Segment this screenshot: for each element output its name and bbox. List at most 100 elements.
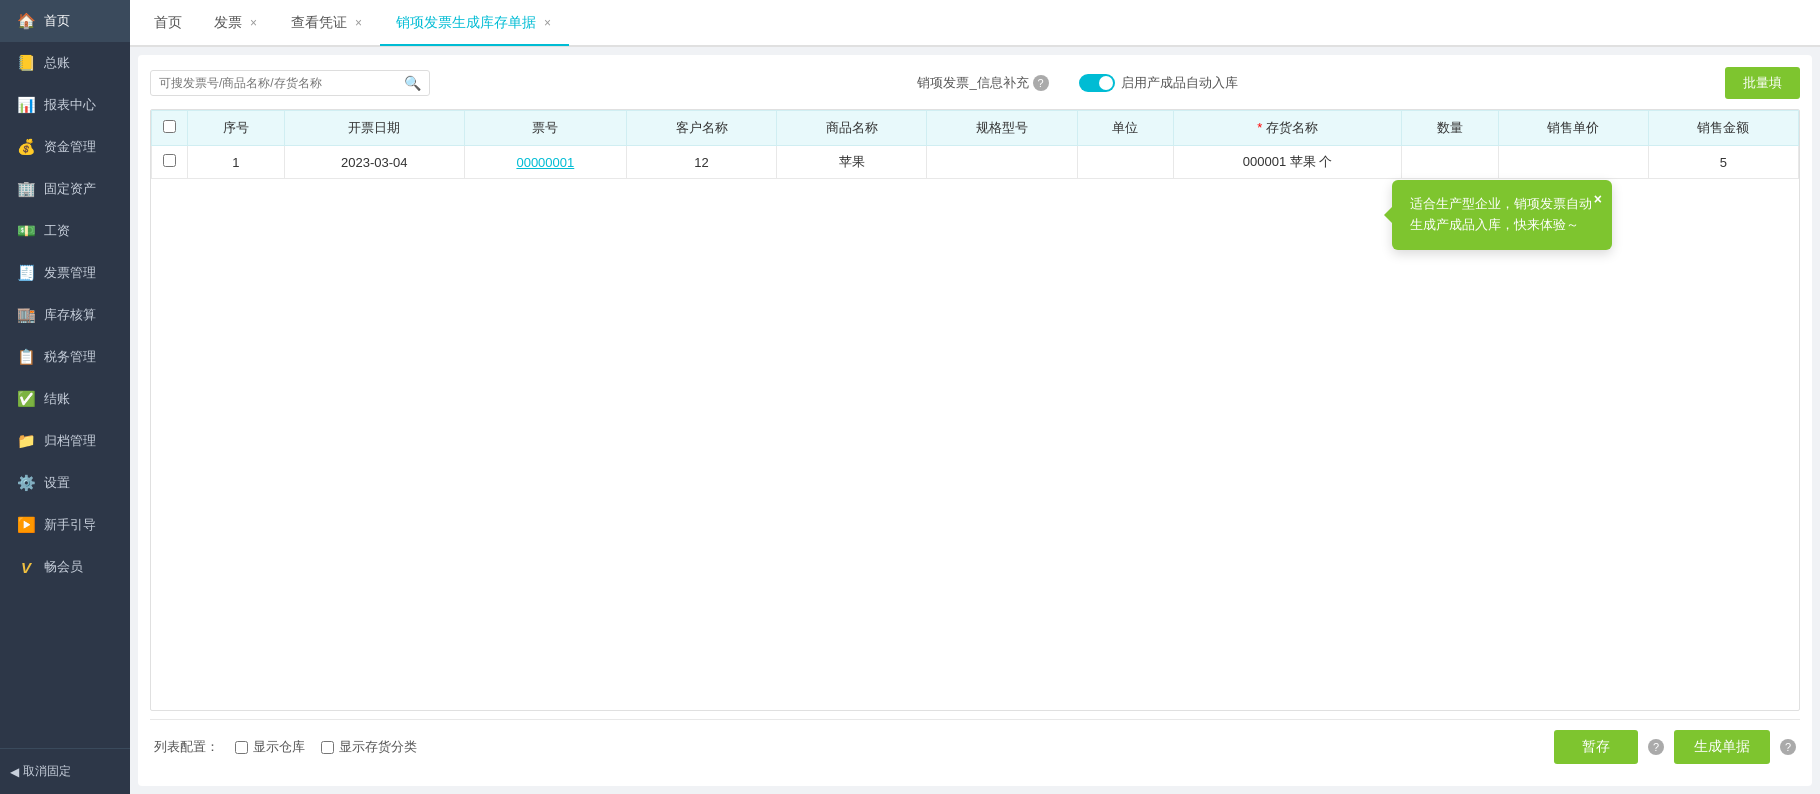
tax-icon: 📋 [16,348,36,366]
archive-icon: 📁 [16,432,36,450]
th-seq: 序号 [188,111,285,146]
sidebar-item-label: 归档管理 [44,432,96,450]
th-product: 商品名称 [777,111,927,146]
sidebar-item-home[interactable]: 🏠 首页 [0,0,130,42]
row-unit [1077,146,1174,179]
tab-bar: 首页 发票 × 查看凭证 × 销项发票生成库存单据 × [130,0,1820,47]
show-category-label[interactable]: 显示存货分类 [321,738,417,756]
select-all-checkbox[interactable] [163,120,176,133]
toggle-label: 启用产成品自动入库 [1121,74,1238,92]
sidebar-item-label: 新手引导 [44,516,96,534]
tab-voucher-close[interactable]: × [353,14,364,32]
tab-generate-stock-label: 销项发票生成库存单据 [396,14,536,32]
search-input-wrap: 🔍 [150,70,430,96]
row-inventory[interactable]: 000001 苹果 个 [1174,146,1402,179]
undo-fixed-button[interactable]: ◀ 取消固定 [0,757,130,786]
guide-icon: ▶️ [16,516,36,534]
tab-generate-stock-close[interactable]: × [542,14,553,32]
sidebar-item-fixed-assets[interactable]: 🏢 固定资产 [0,168,130,210]
tab-home-label: 首页 [154,14,182,32]
sidebar-item-reports[interactable]: 📊 报表中心 [0,84,130,126]
generate-help-icon[interactable]: ? [1780,739,1796,755]
content-area: 🔍 销项发票_信息补充 ? 启用产成品自动入库 批量填 [138,55,1812,786]
show-category-checkbox[interactable] [321,741,334,754]
undo-icon: ◀ [10,765,19,779]
sidebar-item-guide[interactable]: ▶️ 新手引导 [0,504,130,546]
info-label-text: 销项发票_信息补充 [917,74,1028,92]
search-input[interactable] [159,76,404,90]
row-checkbox-cell [152,146,188,179]
undo-fixed-label: 取消固定 [23,763,71,780]
bottom-bar: 列表配置： 显示仓库 显示存货分类 暂存 ? 生成单据 ? [150,719,1800,774]
show-warehouse-label[interactable]: 显示仓库 [235,738,305,756]
sidebar-item-invoice-mgmt[interactable]: 🧾 发票管理 [0,252,130,294]
th-inventory: * 存货名称 [1174,111,1402,146]
th-qty: 数量 [1401,111,1498,146]
row-price [1498,146,1648,179]
th-checkbox [152,111,188,146]
invoice-mgmt-icon: 🧾 [16,264,36,282]
sidebar-item-settings[interactable]: ⚙️ 设置 [0,462,130,504]
sidebar-item-funds[interactable]: 💰 资金管理 [0,126,130,168]
row-seq: 1 [188,146,285,179]
sidebar-item-ledger[interactable]: 📒 总账 [0,42,130,84]
save-button[interactable]: 暂存 [1554,730,1638,764]
search-icon[interactable]: 🔍 [404,75,421,91]
show-category-text: 显示存货分类 [339,738,417,756]
fixed-assets-icon: 🏢 [16,180,36,198]
sidebar-item-label: 结账 [44,390,70,408]
sidebar-item-inventory[interactable]: 🏬 库存核算 [0,294,130,336]
th-date: 开票日期 [284,111,464,146]
tooltip-close-button[interactable]: × [1594,188,1602,210]
row-ticket-no: 00000001 [464,146,626,179]
sidebar: 🏠 首页 📒 总账 📊 报表中心 💰 资金管理 🏢 固定资产 💵 工资 🧾 发票… [0,0,130,794]
row-checkbox[interactable] [163,154,176,167]
sidebar-item-label: 资金管理 [44,138,96,156]
bottom-actions: 暂存 ? 生成单据 ? [1554,730,1796,764]
sidebar-item-closing[interactable]: ✅ 结账 [0,378,130,420]
th-ticket-no: 票号 [464,111,626,146]
show-warehouse-text: 显示仓库 [253,738,305,756]
row-amount: 5 [1648,146,1798,179]
generate-button[interactable]: 生成单据 [1674,730,1770,764]
th-customer: 客户名称 [626,111,776,146]
tab-voucher[interactable]: 查看凭证 × [275,1,380,46]
inventory-icon: 🏬 [16,306,36,324]
tab-generate-stock[interactable]: 销项发票生成库存单据 × [380,1,569,46]
tab-voucher-label: 查看凭证 [291,14,347,32]
tab-invoice-close[interactable]: × [248,14,259,32]
th-spec: 规格型号 [927,111,1077,146]
sidebar-item-label: 库存核算 [44,306,96,324]
table-row: 1 2023-03-04 00000001 12 苹果 000001 苹果 个 … [152,146,1799,179]
sidebar-item-archive[interactable]: 📁 归档管理 [0,420,130,462]
auto-warehouse-toggle[interactable] [1079,74,1115,92]
save-help-icon[interactable]: ? [1648,739,1664,755]
sidebar-item-member[interactable]: V 畅会员 [0,546,130,588]
toolbar-row: 🔍 销项发票_信息补充 ? 启用产成品自动入库 批量填 [150,67,1800,99]
tab-invoice-label: 发票 [214,14,242,32]
data-table: 序号 开票日期 票号 客户名称 商品名称 规格型号 单位 * 存货名称 数量 销… [151,110,1799,179]
tooltip-text: 适合生产型企业，销项发票自动生成产成品入库，快来体验～ [1410,196,1592,232]
home-icon: 🏠 [16,12,36,30]
sidebar-item-label: 工资 [44,222,70,240]
toggle-knob [1099,76,1113,90]
row-product: 苹果 [777,146,927,179]
main-area: 首页 发票 × 查看凭证 × 销项发票生成库存单据 × 🔍 销项发票_信息补充 … [130,0,1820,794]
sidebar-item-salary[interactable]: 💵 工资 [0,210,130,252]
closing-icon: ✅ [16,390,36,408]
row-date: 2023-03-04 [284,146,464,179]
ticket-no-link[interactable]: 00000001 [516,155,574,170]
toggle-wrap: 启用产成品自动入库 [1079,74,1238,92]
show-warehouse-checkbox[interactable] [235,741,248,754]
info-label-wrap: 销项发票_信息补充 ? [917,74,1048,92]
info-icon[interactable]: ? [1033,75,1049,91]
sidebar-item-label: 首页 [44,12,70,30]
salary-icon: 💵 [16,222,36,240]
sidebar-item-label: 总账 [44,54,70,72]
batch-fill-button[interactable]: 批量填 [1725,67,1800,99]
list-config-label: 列表配置： [154,738,219,756]
sidebar-item-tax[interactable]: 📋 税务管理 [0,336,130,378]
reports-icon: 📊 [16,96,36,114]
tab-invoice[interactable]: 发票 × [198,1,275,46]
tab-home[interactable]: 首页 [138,1,198,46]
